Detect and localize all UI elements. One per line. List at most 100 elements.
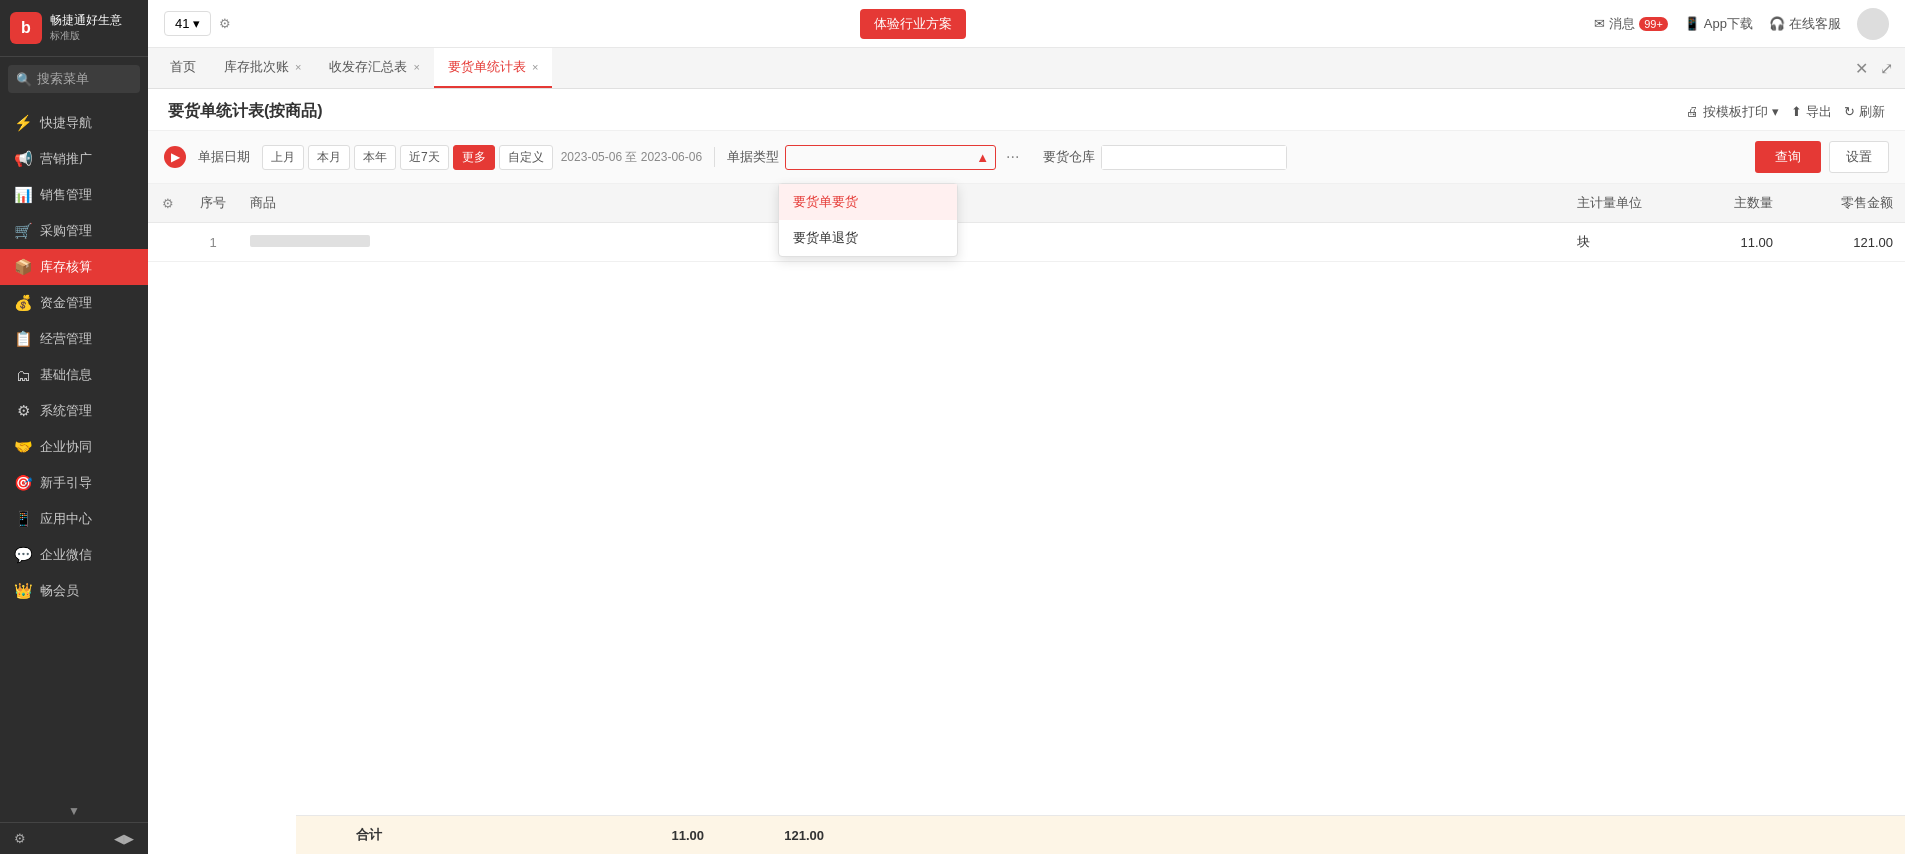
sidebar-item-inventory[interactable]: 📦 库存核算 bbox=[0, 249, 148, 285]
sidebar-scroll-down[interactable]: ▼ bbox=[0, 800, 148, 822]
store-selector[interactable]: 41 ▾ bbox=[164, 11, 211, 36]
download-icon: 📱 bbox=[1684, 16, 1700, 31]
logo-sub: 标准版 bbox=[50, 29, 122, 43]
export-icon: ⬆ bbox=[1791, 104, 1802, 119]
app-download-label: App下载 bbox=[1704, 15, 1753, 33]
guide-icon: 🎯 bbox=[14, 474, 32, 492]
sidebar-item-system[interactable]: ⚙ 系统管理 bbox=[0, 393, 148, 429]
sidebar-item-finance[interactable]: 💰 资金管理 bbox=[0, 285, 148, 321]
sidebar-item-label: 资金管理 bbox=[40, 294, 92, 312]
tab-summary-close[interactable]: × bbox=[413, 61, 419, 73]
sidebar-item-member[interactable]: 👑 畅会员 bbox=[0, 573, 148, 609]
table-footer: 合计 11.00 121.00 bbox=[296, 815, 1905, 854]
search-menu-btn[interactable]: 🔍 搜索菜单 bbox=[8, 65, 140, 93]
store-name: 41 bbox=[175, 16, 189, 31]
settings-icon[interactable]: ⚙ bbox=[14, 831, 26, 846]
sidebar-bottom: ⚙ ◀▶ bbox=[0, 822, 148, 854]
refresh-label: 刷新 bbox=[1859, 103, 1885, 121]
sidebar-item-label: 库存核算 bbox=[40, 258, 92, 276]
operations-icon: 📋 bbox=[14, 330, 32, 348]
data-table: ⚙ 序号 商品 主计量单位 主数量 零售金额 1 bbox=[148, 184, 1905, 262]
date-last-month-btn[interactable]: 上月 bbox=[262, 145, 304, 170]
date-this-month-btn[interactable]: 本月 bbox=[308, 145, 350, 170]
collapse-icon[interactable]: ◀▶ bbox=[114, 831, 134, 846]
tab-requisition[interactable]: 要货单统计表 × bbox=[434, 48, 552, 88]
tab-home-label: 首页 bbox=[170, 58, 196, 76]
order-type-input[interactable] bbox=[786, 146, 970, 169]
sidebar-item-label: 销售管理 bbox=[40, 186, 92, 204]
finance-icon: 💰 bbox=[14, 294, 32, 312]
dropdown-item-order-goods[interactable]: 要货单要货 bbox=[779, 184, 957, 220]
sidebar-item-base[interactable]: 🗂 基础信息 bbox=[0, 357, 148, 393]
print-btn[interactable]: 🖨 按模板打印 ▾ bbox=[1686, 103, 1779, 121]
sidebar-item-marketing[interactable]: 📢 营销推广 bbox=[0, 141, 148, 177]
date-7days-btn[interactable]: 近7天 bbox=[400, 145, 449, 170]
tab-expand-icon[interactable]: ⤢ bbox=[1876, 55, 1897, 82]
tab-batch-label: 库存批次账 bbox=[224, 58, 289, 76]
tab-summary[interactable]: 收发存汇总表 × bbox=[315, 48, 433, 88]
sidebar-item-label: 采购管理 bbox=[40, 222, 92, 240]
date-this-year-btn[interactable]: 本年 bbox=[354, 145, 396, 170]
sidebar-item-sales[interactable]: 📊 销售管理 bbox=[0, 177, 148, 213]
th-amount: 零售金额 bbox=[1785, 184, 1905, 223]
td-qty: 11.00 bbox=[1665, 223, 1785, 262]
messages-btn[interactable]: ✉ 消息 99+ bbox=[1594, 15, 1668, 33]
sidebar-item-enterprise[interactable]: 🤝 企业协同 bbox=[0, 429, 148, 465]
sidebar-item-label: 新手引导 bbox=[40, 474, 92, 492]
online-service-btn[interactable]: 🎧 在线客服 bbox=[1769, 15, 1841, 33]
refresh-btn[interactable]: ↻ 刷新 bbox=[1844, 103, 1885, 121]
sidebar-item-purchase[interactable]: 🛒 采购管理 bbox=[0, 213, 148, 249]
order-type-filter: 单据类型 ▲ ··· bbox=[727, 145, 1023, 170]
chevron-down-icon: ▾ bbox=[193, 16, 200, 31]
sidebar-item-operations[interactable]: 📋 经营管理 bbox=[0, 321, 148, 357]
sidebar-item-label: 应用中心 bbox=[40, 510, 92, 528]
print-icon: 🖨 bbox=[1686, 104, 1699, 119]
sidebar-item-apps[interactable]: 📱 应用中心 bbox=[0, 501, 148, 537]
wechat-icon: 💬 bbox=[14, 546, 32, 564]
filter-expand-btn[interactable]: ▶ bbox=[164, 146, 186, 168]
tab-requisition-close[interactable]: × bbox=[532, 61, 538, 73]
logo-icon: b bbox=[10, 12, 42, 44]
filter-divider-1 bbox=[714, 147, 715, 167]
sidebar-item-shortcut[interactable]: ⚡ 快捷导航 bbox=[0, 105, 148, 141]
date-more-btn[interactable]: 更多 bbox=[453, 145, 495, 170]
print-label: 按模板打印 bbox=[1703, 103, 1768, 121]
date-range-display: 2023-05-06 至 2023-06-06 bbox=[561, 149, 702, 166]
user-avatar[interactable] bbox=[1857, 8, 1889, 40]
trial-button[interactable]: 体验行业方案 bbox=[860, 9, 966, 39]
warehouse-filter: 要货仓库 bbox=[1043, 145, 1287, 170]
order-type-more-btn[interactable]: ··· bbox=[1002, 148, 1023, 166]
settings-icon[interactable]: ⚙ bbox=[219, 16, 231, 31]
sidebar-item-wechat[interactable]: 💬 企业微信 bbox=[0, 537, 148, 573]
query-button[interactable]: 查询 bbox=[1755, 141, 1821, 173]
tab-bar: 首页 库存批次账 × 收发存汇总表 × 要货单统计表 × ✕ ⤢ bbox=[148, 48, 1905, 89]
tab-close-all-icon[interactable]: ✕ bbox=[1851, 55, 1872, 82]
dropdown-item-order-return[interactable]: 要货单退货 bbox=[779, 220, 957, 256]
app-download-btn[interactable]: 📱 App下载 bbox=[1684, 15, 1753, 33]
export-btn[interactable]: ⬆ 导出 bbox=[1791, 103, 1832, 121]
page-actions: 🖨 按模板打印 ▾ ⬆ 导出 ↻ 刷新 bbox=[1686, 103, 1885, 121]
sidebar-item-label: 经营管理 bbox=[40, 330, 92, 348]
tab-home[interactable]: 首页 bbox=[156, 48, 210, 88]
order-type-select-wrapper: ▲ bbox=[785, 145, 996, 170]
refresh-icon: ↻ bbox=[1844, 104, 1855, 119]
column-settings-icon[interactable]: ⚙ bbox=[162, 196, 174, 211]
filter-bar: ▶ 单据日期 上月 本月 本年 近7天 更多 自定义 2023-05-06 至 … bbox=[148, 131, 1905, 184]
service-icon: 🎧 bbox=[1769, 16, 1785, 31]
date-custom-btn[interactable]: 自定义 bbox=[499, 145, 553, 170]
order-type-arrow[interactable]: ▲ bbox=[970, 150, 995, 165]
footer-qty: 11.00 bbox=[596, 828, 716, 843]
warehouse-input[interactable] bbox=[1102, 146, 1286, 169]
tab-bar-actions: ✕ ⤢ bbox=[1851, 55, 1897, 82]
warehouse-input-wrapper bbox=[1101, 145, 1287, 170]
app-logo: b 畅捷通好生意 标准版 bbox=[0, 0, 148, 57]
sidebar-item-guide[interactable]: 🎯 新手引导 bbox=[0, 465, 148, 501]
page-content: 要货单统计表(按商品) 🖨 按模板打印 ▾ ⬆ 导出 ↻ 刷新 ▶ bbox=[148, 89, 1905, 854]
tab-batch[interactable]: 库存批次账 × bbox=[210, 48, 315, 88]
th-settings[interactable]: ⚙ bbox=[148, 184, 188, 223]
export-label: 导出 bbox=[1806, 103, 1832, 121]
tab-batch-close[interactable]: × bbox=[295, 61, 301, 73]
settings-button[interactable]: 设置 bbox=[1829, 141, 1889, 173]
data-table-container: ⚙ 序号 商品 主计量单位 主数量 零售金额 1 bbox=[148, 184, 1905, 262]
sidebar-item-label: 快捷导航 bbox=[40, 114, 92, 132]
